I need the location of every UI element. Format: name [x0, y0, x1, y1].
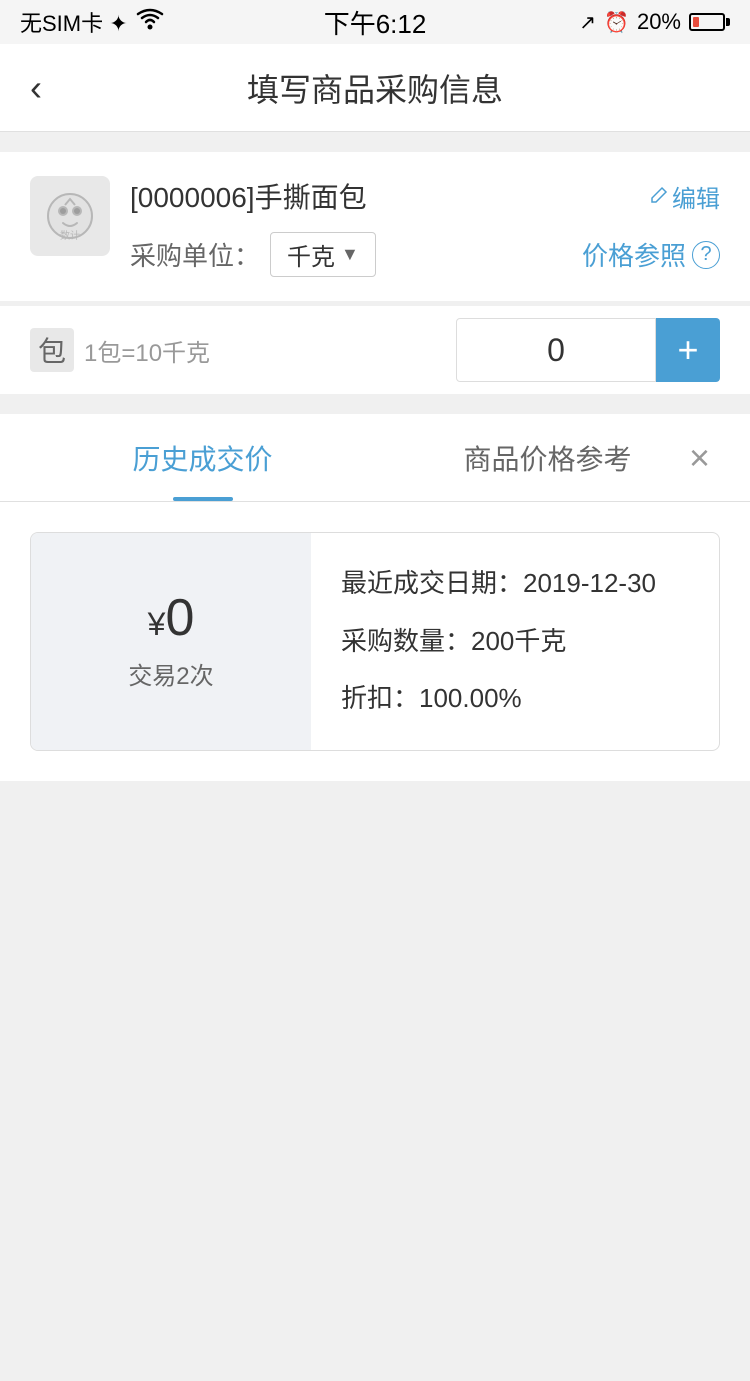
quantity-row: 包 1包=10千克 0 + [30, 306, 720, 394]
battery-percent: 20% [637, 9, 681, 35]
unit-select-dropdown[interactable]: 千克 ▼ [270, 232, 376, 277]
unit-conversion-text: 1包=10千克 [84, 333, 210, 368]
help-icon: ? [692, 241, 720, 269]
history-card-right: 最近成交日期：2019-12-30 采购数量：200千克 折扣：100.00% [311, 533, 719, 750]
tabs-row: 历史成交价 商品价格参考 × [0, 414, 750, 502]
edit-button[interactable]: 编辑 [648, 179, 720, 214]
product-info: [0000006]手撕面包 编辑 采购单位： 千克 ▼ 价格参照 ? [130, 176, 720, 277]
price-ref-button[interactable]: 价格参照 ? [582, 236, 720, 273]
unit-label: 采购单位： [130, 236, 260, 273]
main-content-area [0, 781, 750, 1381]
history-price-display: ¥0 [148, 592, 195, 644]
price-value: 0 [165, 589, 194, 647]
alarm-icon: ⏰ [604, 10, 629, 35]
discount-row: 折扣：100.00% [341, 678, 689, 720]
history-content: ¥0 交易2次 最近成交日期：2019-12-30 采购数量：200千克 折扣：… [0, 502, 750, 781]
page-title: 填写商品采购信息 [247, 65, 503, 111]
history-card: ¥0 交易2次 最近成交日期：2019-12-30 采购数量：200千克 折扣：… [30, 532, 720, 751]
tab-price-ref[interactable]: 商品价格参考 [375, 414, 720, 501]
location-icon: ↗ [579, 10, 596, 35]
product-header: 数计 [0000006]手撕面包 编辑 采购单位： 千克 ▼ [30, 176, 720, 277]
product-top-row: [0000006]手撕面包 编辑 [130, 176, 720, 216]
history-card-left: ¥0 交易2次 [31, 533, 311, 750]
purchase-qty-value: 200千克 [471, 626, 566, 656]
status-bar: 无SIM卡 ✦ 下午6:12 ↗ ⏰ 20% [0, 0, 750, 44]
section-divider [0, 394, 750, 414]
bottom-panel: 历史成交价 商品价格参考 × ¥0 交易2次 最近成交日期：2019-12-30 [0, 414, 750, 781]
tab-history-price[interactable]: 历史成交价 [30, 414, 375, 501]
carrier-text: 无SIM卡 ✦ [20, 6, 128, 38]
battery-icon [689, 13, 730, 31]
quantity-section: 包 1包=10千克 0 + [0, 305, 750, 394]
status-left: 无SIM卡 ✦ [20, 6, 164, 38]
purchase-qty-label: 采购数量： [341, 626, 471, 656]
tab-price-ref-label: 商品价格参考 [463, 438, 631, 478]
quantity-unit-display: 包 1包=10千克 [30, 328, 210, 372]
recent-date-label: 最近成交日期： [341, 568, 523, 598]
currency-symbol: ¥ [148, 606, 166, 642]
price-ref-label: 价格参照 [582, 236, 686, 273]
dropdown-arrow-icon: ▼ [341, 244, 359, 265]
product-unit-row: 采购单位： 千克 ▼ 价格参照 ? [130, 232, 720, 277]
product-name: [0000006]手撕面包 [130, 176, 367, 216]
quantity-input-area: 0 + [210, 318, 720, 382]
product-logo: 数计 [30, 176, 110, 256]
status-right: ↗ ⏰ 20% [579, 9, 730, 35]
history-trades-label: 交易2次 [128, 656, 213, 691]
status-time: 下午6:12 [324, 4, 427, 41]
discount-value: 100.00% [419, 683, 522, 713]
wifi-icon [136, 8, 164, 36]
tab-history-label: 历史成交价 [132, 438, 272, 478]
quantity-input[interactable]: 0 [456, 318, 656, 382]
unit-value: 千克 [287, 237, 335, 272]
product-section: 数计 [0000006]手撕面包 编辑 采购单位： 千克 ▼ [0, 152, 750, 301]
svg-text:数计: 数计 [60, 229, 80, 241]
purchase-qty-row: 采购数量：200千克 [341, 621, 689, 663]
quantity-plus-button[interactable]: + [656, 318, 720, 382]
discount-label: 折扣： [341, 683, 419, 713]
back-button[interactable]: ‹ [20, 57, 52, 119]
recent-date-row: 最近成交日期：2019-12-30 [341, 563, 689, 605]
nav-bar: ‹ 填写商品采购信息 [0, 44, 750, 132]
recent-date-value: 2019-12-30 [523, 568, 656, 598]
bag-unit-icon: 包 [30, 328, 74, 372]
panel-close-button[interactable]: × [679, 427, 720, 489]
tab-active-indicator [173, 497, 233, 501]
